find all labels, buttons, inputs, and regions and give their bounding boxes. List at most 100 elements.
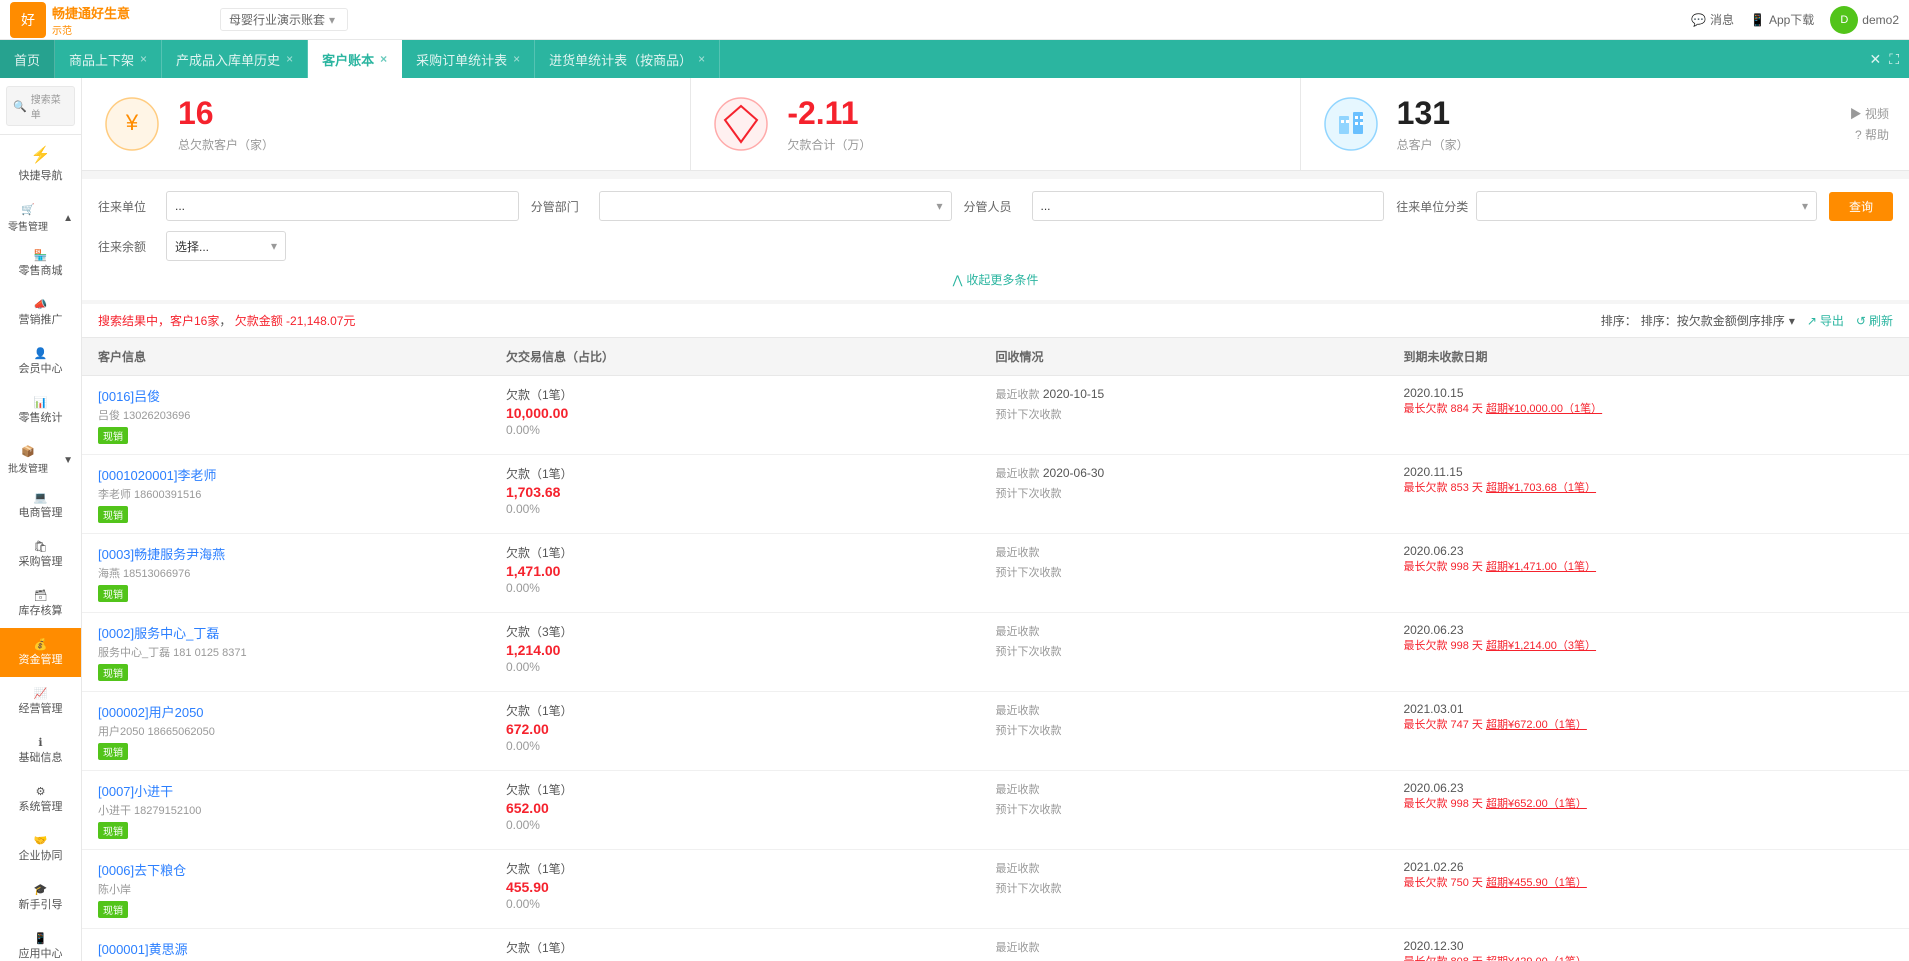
sidebar-item-finance-mgmt[interactable]: 💰 资金管理 bbox=[0, 628, 81, 677]
overdue-link-5[interactable]: 超期¥652.00（1笔） bbox=[1486, 798, 1587, 810]
customer-contact-4: 用户2050 18665062050 bbox=[98, 723, 506, 739]
tab-expand-icon[interactable]: ⛶ bbox=[1889, 51, 1899, 68]
sidebar-item-marketing[interactable]: 📣 营销推广 bbox=[0, 288, 81, 337]
filter-item-person: 分管人员 ... bbox=[964, 191, 1385, 221]
message-btn[interactable]: 💬 消息 bbox=[1691, 11, 1734, 28]
tab-customer-ledger[interactable]: 客户账本 × bbox=[308, 40, 402, 78]
customer-name-4[interactable]: [000002]用户2050 bbox=[98, 702, 506, 721]
tab-purchase-stats[interactable]: 采购订单统计表 × bbox=[402, 40, 535, 78]
sidebar-item-basic-info[interactable]: ℹ 基础信息 bbox=[0, 726, 81, 775]
overdue-link-6[interactable]: 超期¥455.90（1笔） bbox=[1486, 877, 1587, 889]
overdue-link-1[interactable]: 超期¥1,703.68（1笔） bbox=[1486, 482, 1596, 494]
debt-amount-4[interactable]: 672.00 bbox=[506, 721, 996, 737]
tab-home[interactable]: 首页 bbox=[0, 40, 55, 78]
filter-select-balance[interactable]: 选择... ▾ bbox=[166, 231, 286, 261]
tab-product-listing-close[interactable]: × bbox=[140, 52, 147, 66]
sidebar-item-inventory-cost[interactable]: 🗃 库存核算 bbox=[0, 579, 81, 628]
col-header-recovery: 回收情况 bbox=[996, 348, 1404, 365]
recovery-next-2: 预计下次收款 bbox=[996, 564, 1404, 580]
customer-name-6[interactable]: [0006]去下粮仓 bbox=[98, 860, 506, 879]
customer-name-2[interactable]: [0003]畅捷服务尹海燕 bbox=[98, 544, 506, 563]
sidebar-item-retail-mgmt[interactable]: 🛒 零售管理 ▲ bbox=[0, 193, 81, 239]
tab-inbound-history-close[interactable]: × bbox=[286, 52, 293, 66]
sidebar-item-retail-stats[interactable]: 📊 零售统计 bbox=[0, 386, 81, 435]
refresh-btn[interactable]: ↺ 刷新 bbox=[1856, 312, 1893, 329]
wholesale-mgmt-label: 批发管理 bbox=[8, 460, 48, 475]
overdue-link-2[interactable]: 超期¥1,471.00（1笔） bbox=[1486, 561, 1596, 573]
sidebar-search-area[interactable]: 🔍 搜索菜单 bbox=[0, 78, 81, 135]
table-row: [0002]服务中心_丁磊 服务中心_丁磊 181 0125 8371 现销 欠… bbox=[82, 613, 1909, 692]
retail-mall-icon: 🏪 bbox=[6, 249, 75, 262]
sidebar-item-operations-mgmt[interactable]: 📈 经营管理 bbox=[0, 677, 81, 726]
customer-name-5[interactable]: [0007]小进干 bbox=[98, 781, 506, 800]
debt-amount-5[interactable]: 652.00 bbox=[506, 800, 996, 816]
debt-amount-6[interactable]: 455.90 bbox=[506, 879, 996, 895]
recovery-row-4: 最近收款 bbox=[996, 702, 1404, 718]
debt-amount-3[interactable]: 1,214.00 bbox=[506, 642, 996, 658]
customer-name-1[interactable]: [0001020001]李老师 bbox=[98, 465, 506, 484]
newbie-guide-icon: 🎓 bbox=[6, 883, 75, 896]
tab-customer-ledger-close[interactable]: × bbox=[380, 52, 387, 66]
sidebar-search-box[interactable]: 🔍 搜索菜单 bbox=[6, 86, 75, 126]
sidebar-item-retail-mall[interactable]: 🏪 零售商城 bbox=[0, 239, 81, 288]
overdue-link-4[interactable]: 超期¥672.00（1笔） bbox=[1486, 719, 1587, 731]
tab-purchase-stats-close[interactable]: × bbox=[513, 52, 520, 66]
debt-count-3: 欠款（3笔） bbox=[506, 623, 996, 640]
overdue-days-4: 最长欠款 747 天 bbox=[1403, 719, 1486, 731]
debt-amount-1[interactable]: 1,703.68 bbox=[506, 484, 996, 500]
customer-name-3[interactable]: [0002]服务中心_丁磊 bbox=[98, 623, 506, 642]
purchase-mgmt-label: 采购管理 bbox=[6, 553, 75, 569]
customer-tag-0: 现销 bbox=[98, 427, 128, 444]
debt-amount-2[interactable]: 1,471.00 bbox=[506, 563, 996, 579]
user-area[interactable]: D demo2 bbox=[1830, 6, 1899, 34]
help-btn[interactable]: ? 帮助 bbox=[1855, 126, 1889, 143]
export-icon: ↗ bbox=[1807, 314, 1817, 328]
overdue-link-7[interactable]: 超期¥429.00（1笔） bbox=[1486, 956, 1587, 961]
export-btn[interactable]: ↗ 导出 bbox=[1807, 312, 1844, 329]
sidebar-item-enterprise-collab[interactable]: 🤝 企业协同 bbox=[0, 824, 81, 873]
tab-product-listing[interactable]: 商品上下架 × bbox=[55, 40, 162, 78]
table-row: [000002]用户2050 用户2050 18665062050 现销 欠款（… bbox=[82, 692, 1909, 771]
customer-name-0[interactable]: [0016]吕俊 bbox=[98, 386, 506, 405]
app-download-btn[interactable]: 📱 App下载 bbox=[1750, 11, 1814, 28]
debt-cell-3: 欠款（3笔） 1,214.00 0.00% bbox=[506, 623, 996, 674]
sidebar-item-system-mgmt[interactable]: ⚙ 系统管理 bbox=[0, 775, 81, 824]
overdue-link-0[interactable]: 超期¥10,000.00（1笔） bbox=[1486, 403, 1602, 415]
table-row: [0001020001]李老师 李老师 18600391516 现销 欠款（1笔… bbox=[82, 455, 1909, 534]
customer-tag-5: 现销 bbox=[98, 822, 128, 839]
sidebar-item-wholesale-mgmt[interactable]: 📦 批发管理 ▼ bbox=[0, 435, 81, 481]
filter-select-category[interactable]: ▾ bbox=[1476, 191, 1817, 221]
customer-name-7[interactable]: [000001]黄思源 bbox=[98, 939, 506, 958]
store-selector[interactable]: 母婴行业演示账套 ▾ bbox=[220, 8, 348, 31]
filter-label-category: 往来单位分类 bbox=[1396, 198, 1468, 215]
filter-input-person[interactable]: ... bbox=[1032, 191, 1385, 221]
sidebar-item-app-center[interactable]: 📱 应用中心 bbox=[0, 922, 81, 961]
overdue-link-3[interactable]: 超期¥1,214.00（3笔） bbox=[1486, 640, 1596, 652]
retail-mgmt-label: 零售管理 bbox=[8, 218, 48, 233]
sidebar-item-purchase-mgmt[interactable]: 🛍 采购管理 bbox=[0, 530, 81, 579]
overdue-days-3: 最长欠款 998 天 bbox=[1403, 640, 1486, 652]
filter-select-dept[interactable]: ▾ bbox=[599, 191, 952, 221]
overdue-days-row-5: 最长欠款 998 天 超期¥652.00（1笔） bbox=[1403, 795, 1893, 811]
sidebar-item-quick-nav[interactable]: ⚡ 快捷导航 bbox=[0, 135, 81, 193]
video-btn[interactable]: ▶ 视频 bbox=[1850, 105, 1889, 122]
logo-subtitle: 示范 bbox=[52, 22, 130, 37]
sidebar-item-member-center[interactable]: 👤 会员中心 bbox=[0, 337, 81, 386]
debt-count-1: 欠款（1笔） bbox=[506, 465, 996, 482]
filter-input-unit[interactable]: ... bbox=[166, 191, 519, 221]
debt-amount-0[interactable]: 10,000.00 bbox=[506, 405, 996, 421]
sidebar-item-newbie-guide[interactable]: 🎓 新手引导 bbox=[0, 873, 81, 922]
tab-inbound-stats[interactable]: 进货单统计表（按商品） × bbox=[535, 40, 720, 78]
customer-cell-1: [0001020001]李老师 李老师 18600391516 现销 bbox=[98, 465, 506, 523]
sidebar-item-ecom-mgmt[interactable]: 💻 电商管理 bbox=[0, 481, 81, 530]
tab-inbound-stats-close[interactable]: × bbox=[698, 52, 705, 66]
sort-select[interactable]: 排序： 排序：按欠款金额倒序排序 ▾ bbox=[1601, 312, 1795, 329]
filter-row-2: 往来余额 选择... ▾ bbox=[98, 231, 1893, 261]
query-button[interactable]: 查询 bbox=[1829, 192, 1893, 221]
tab-inbound-history[interactable]: 产成品入库单历史 × bbox=[162, 40, 308, 78]
collapse-btn[interactable]: ⋀ 收起更多条件 bbox=[98, 271, 1893, 288]
tab-close-all-icon[interactable]: ✕ bbox=[1869, 51, 1881, 68]
overdue-date-6: 2021.02.26 bbox=[1403, 860, 1893, 874]
debt-percent-4: 0.00% bbox=[506, 739, 996, 753]
recovery-next-6: 预计下次收款 bbox=[996, 880, 1404, 896]
